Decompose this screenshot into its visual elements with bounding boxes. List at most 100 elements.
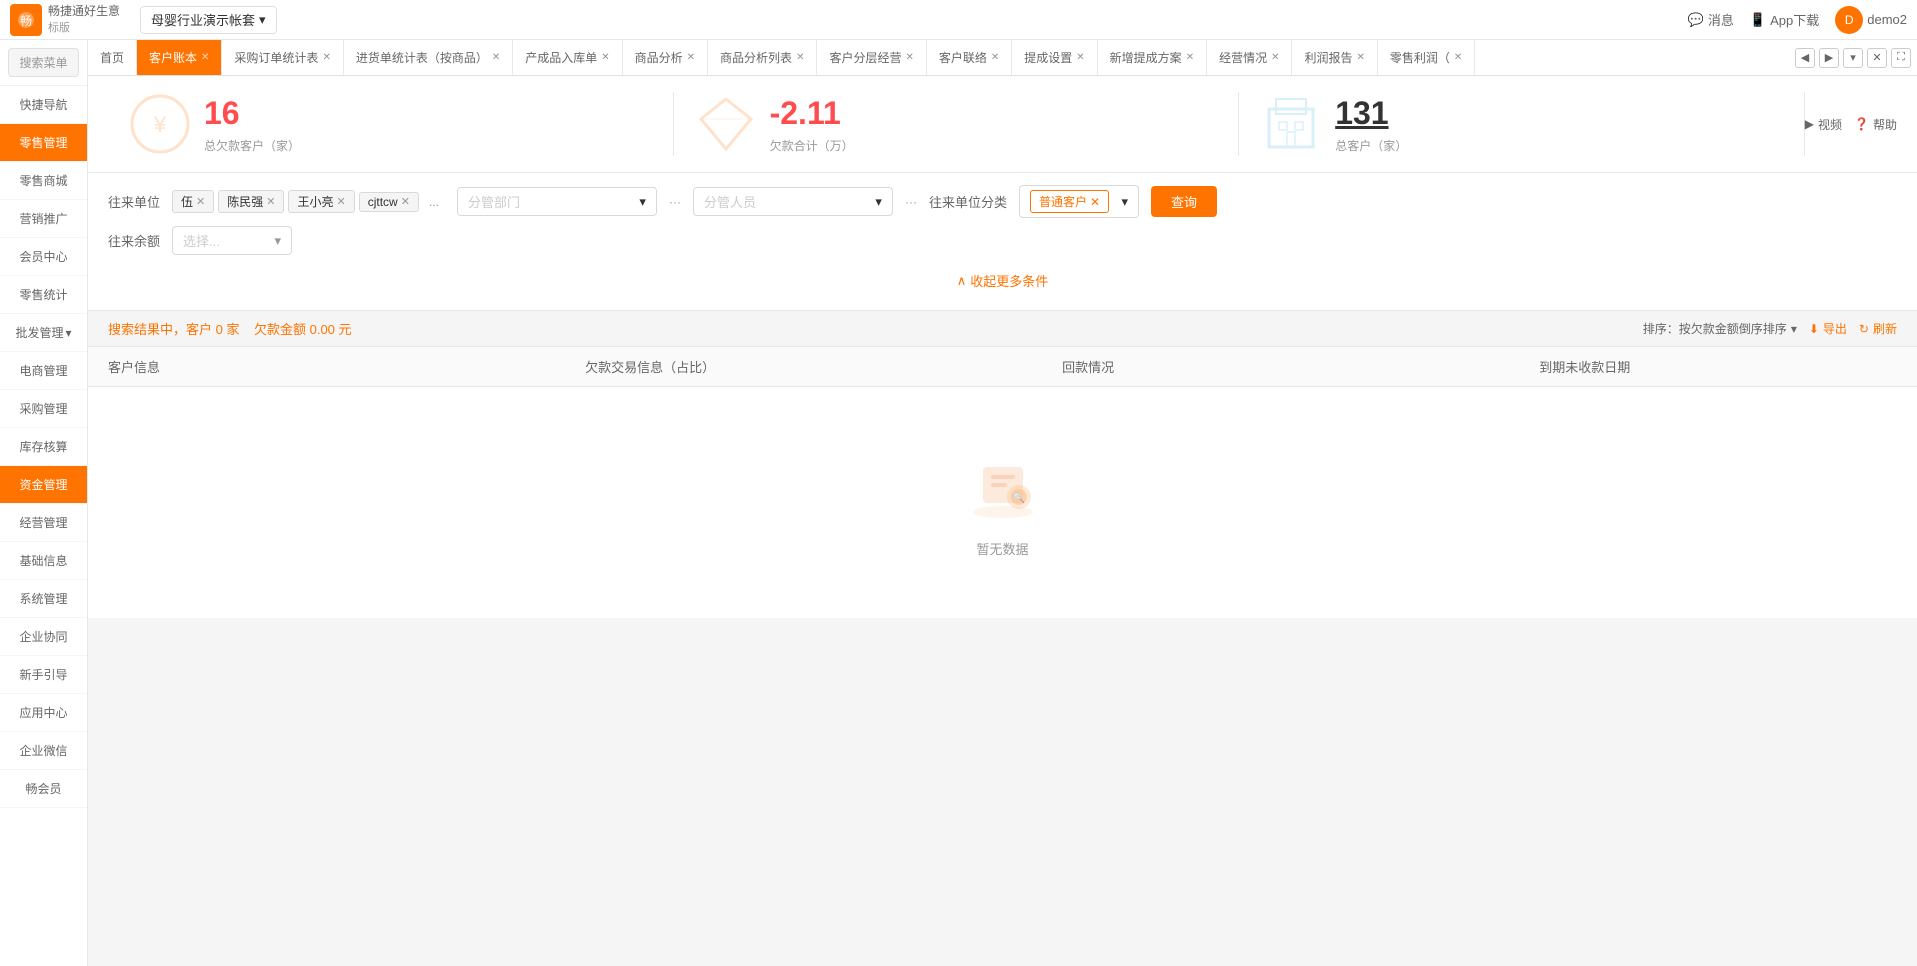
avatar: D <box>1835 6 1863 34</box>
sidebar-item-retail-mgmt[interactable]: 零售管理 <box>0 124 87 162</box>
main-layout: 搜索菜单 快捷导航 零售管理 零售商城 营销推广 会员中心 零售统计 批发管理 … <box>0 40 1917 966</box>
sidebar-item-retail-stats[interactable]: 零售统计 <box>0 276 87 314</box>
tabs-close-all-button[interactable]: ✕ <box>1867 48 1887 68</box>
filter-area: 往来单位 伍 ✕ 陈民强 ✕ 王小亮 ✕ <box>88 173 1917 311</box>
sidebar-item-ecommerce-mgmt[interactable]: 电商管理 <box>0 352 87 390</box>
empty-illustration: 🔍 <box>963 447 1043 527</box>
chevron-down-icon: ▾ <box>875 194 882 210</box>
export-button[interactable]: ⬇ 导出 <box>1809 320 1847 337</box>
close-icon[interactable]: ✕ <box>1357 52 1365 63</box>
sidebar-item-marketing[interactable]: 营销推广 <box>0 200 87 238</box>
store-selector[interactable]: 母婴行业演示帐套 ▾ <box>140 6 277 34</box>
sidebar-item-quick-nav[interactable]: 快捷导航 <box>0 86 87 124</box>
filter-tag-3: 王小亮 ✕ <box>288 190 354 213</box>
coin-icon: ¥ <box>128 92 192 156</box>
balance-filter[interactable]: 选择... ▾ <box>172 226 292 255</box>
person-more-button[interactable]: ··· <box>905 195 917 209</box>
sidebar-item-operation-mgmt[interactable]: 经营管理 <box>0 504 87 542</box>
chevron-down-icon: ▾ <box>274 233 281 249</box>
sidebar-item-corp-wechat[interactable]: 企业微信 <box>0 732 87 770</box>
tab-product-analysis[interactable]: 商品分析 ✕ <box>623 40 708 76</box>
remove-tag-2-button[interactable]: ✕ <box>266 195 275 208</box>
stat-card-amount: -2.11 欠款合计（万） <box>674 92 1240 156</box>
app-download-button[interactable]: 📱 App下载 <box>1750 10 1819 29</box>
sidebar-item-system-mgmt[interactable]: 系统管理 <box>0 580 87 618</box>
sidebar-item-member-vip[interactable]: 畅会员 <box>0 770 87 808</box>
query-button[interactable]: 查询 <box>1151 186 1217 217</box>
tab-profit-report[interactable]: 利润报告 ✕ <box>1292 40 1377 76</box>
help-button[interactable]: ❓ 帮助 <box>1854 116 1897 133</box>
user-avatar[interactable]: D demo2 <box>1835 6 1907 34</box>
close-icon[interactable]: ✕ <box>1076 52 1084 63</box>
tab-customer-connect[interactable]: 客户联络 ✕ <box>927 40 1012 76</box>
refresh-button[interactable]: ↻ 刷新 <box>1859 320 1897 337</box>
tabs-menu-button[interactable]: ▾ <box>1843 48 1863 68</box>
sidebar-item-corp-collab[interactable]: 企业协同 <box>0 618 87 656</box>
close-icon[interactable]: ✕ <box>601 52 609 63</box>
sidebar-item-basic-info[interactable]: 基础信息 <box>0 542 87 580</box>
tab-new-promotion[interactable]: 新增提成方案 ✕ <box>1098 40 1207 76</box>
sort-select[interactable]: 排序：按欠款金额倒序排序 ▾ <box>1643 320 1797 337</box>
chevron-down-icon: ▾ <box>639 194 646 210</box>
svg-text:畅: 畅 <box>20 14 32 28</box>
tab-home[interactable]: 首页 <box>88 40 137 76</box>
tab-customer-tier[interactable]: 客户分层经营 ✕ <box>817 40 926 76</box>
sidebar-item-retail-mall[interactable]: 零售商城 <box>0 162 87 200</box>
sidebar-item-wholesale-mgmt[interactable]: 批发管理 ▾ <box>0 314 87 352</box>
tab-inbound-stats[interactable]: 进货单统计表（按商品） ✕ <box>344 40 513 76</box>
sidebar-item-membership[interactable]: 会员中心 <box>0 238 87 276</box>
close-icon[interactable]: ✕ <box>687 52 695 63</box>
close-icon[interactable]: ✕ <box>1454 52 1462 63</box>
sidebar-item-purchase-mgmt[interactable]: 采购管理 <box>0 390 87 428</box>
video-button[interactable]: ▶ 视频 <box>1805 116 1842 133</box>
dept-more-button[interactable]: ··· <box>669 195 681 209</box>
remove-tag-1-button[interactable]: ✕ <box>196 195 205 208</box>
tabs-prev-button[interactable]: ◀ <box>1795 48 1815 68</box>
tab-product-analysis-list[interactable]: 商品分析列表 ✕ <box>708 40 817 76</box>
filter-balance-label: 往来余额 <box>108 231 160 250</box>
close-icon[interactable]: ✕ <box>201 52 209 63</box>
table-col-transaction: 欠款交易信息（占比） <box>585 357 1062 376</box>
unit-class-filter[interactable]: 普通客户 ✕ ▾ <box>1019 185 1139 218</box>
close-icon[interactable]: ✕ <box>796 52 804 63</box>
tabs-expand-button[interactable]: ⛶ <box>1891 48 1911 68</box>
tab-cost-inbound[interactable]: 产成品入库单 ✕ <box>513 40 622 76</box>
remove-tag-3-button[interactable]: ✕ <box>337 195 346 208</box>
logo-icon: 畅 <box>10 4 42 36</box>
sidebar-item-inventory-check[interactable]: 库存核算 <box>0 428 87 466</box>
tab-purchase-order[interactable]: 采购订单统计表 ✕ <box>222 40 343 76</box>
filter-more-tags-button[interactable]: ... <box>423 193 445 211</box>
tab-promotion-settings[interactable]: 提成设置 ✕ <box>1012 40 1097 76</box>
logo-title: 畅捷通好生意 <box>48 4 120 18</box>
sidebar-item-finance-mgmt[interactable]: 资金管理 <box>0 466 87 504</box>
stat-card-customers: ¥ 16 总欠款客户（家） <box>108 92 674 156</box>
close-icon[interactable]: ✕ <box>905 52 913 63</box>
close-icon[interactable]: ✕ <box>991 52 999 63</box>
logo-subtitle: 标版 <box>48 19 120 35</box>
sidebar-item-app-center[interactable]: 应用中心 <box>0 694 87 732</box>
close-icon[interactable]: ✕ <box>1186 52 1194 63</box>
remove-tag-4-button[interactable]: ✕ <box>401 195 410 208</box>
remove-unit-class-button[interactable]: ✕ <box>1090 195 1100 209</box>
table-container: 客户信息 欠款交易信息（占比） 回款情况 到期未收款日期 <box>88 347 1917 618</box>
table-header: 客户信息 欠款交易信息（占比） 回款情况 到期未收款日期 <box>88 347 1917 387</box>
refresh-icon: ↻ <box>1859 322 1869 336</box>
filter-unit-label: 往来单位 <box>108 192 160 211</box>
search-menu-button[interactable]: 搜索菜单 <box>8 48 79 77</box>
stats-row: ¥ 16 总欠款客户（家） <box>88 76 1917 173</box>
tab-operation-status[interactable]: 经营情况 ✕ <box>1207 40 1292 76</box>
close-icon[interactable]: ✕ <box>1271 52 1279 63</box>
sidebar-item-new-guide[interactable]: 新手引导 <box>0 656 87 694</box>
message-button[interactable]: 💬 消息 <box>1688 10 1734 29</box>
svg-text:¥: ¥ <box>153 112 167 137</box>
dept-filter[interactable]: 分管部门 ▾ <box>457 187 657 216</box>
close-icon[interactable]: ✕ <box>322 52 330 63</box>
tabs-next-button[interactable]: ▶ <box>1819 48 1839 68</box>
collapse-button[interactable]: ∧ 收起更多条件 <box>957 267 1049 294</box>
close-icon[interactable]: ✕ <box>492 52 500 63</box>
tab-customer-account[interactable]: 客户账本 ✕ <box>137 40 222 76</box>
filter-tag-1: 伍 ✕ <box>172 190 214 213</box>
person-filter[interactable]: 分管人员 ▾ <box>693 187 893 216</box>
filter-row-2: 往来余额 选择... ▾ <box>108 226 1897 255</box>
tab-retail-profit[interactable]: 零售利润（ ✕ <box>1378 40 1475 76</box>
